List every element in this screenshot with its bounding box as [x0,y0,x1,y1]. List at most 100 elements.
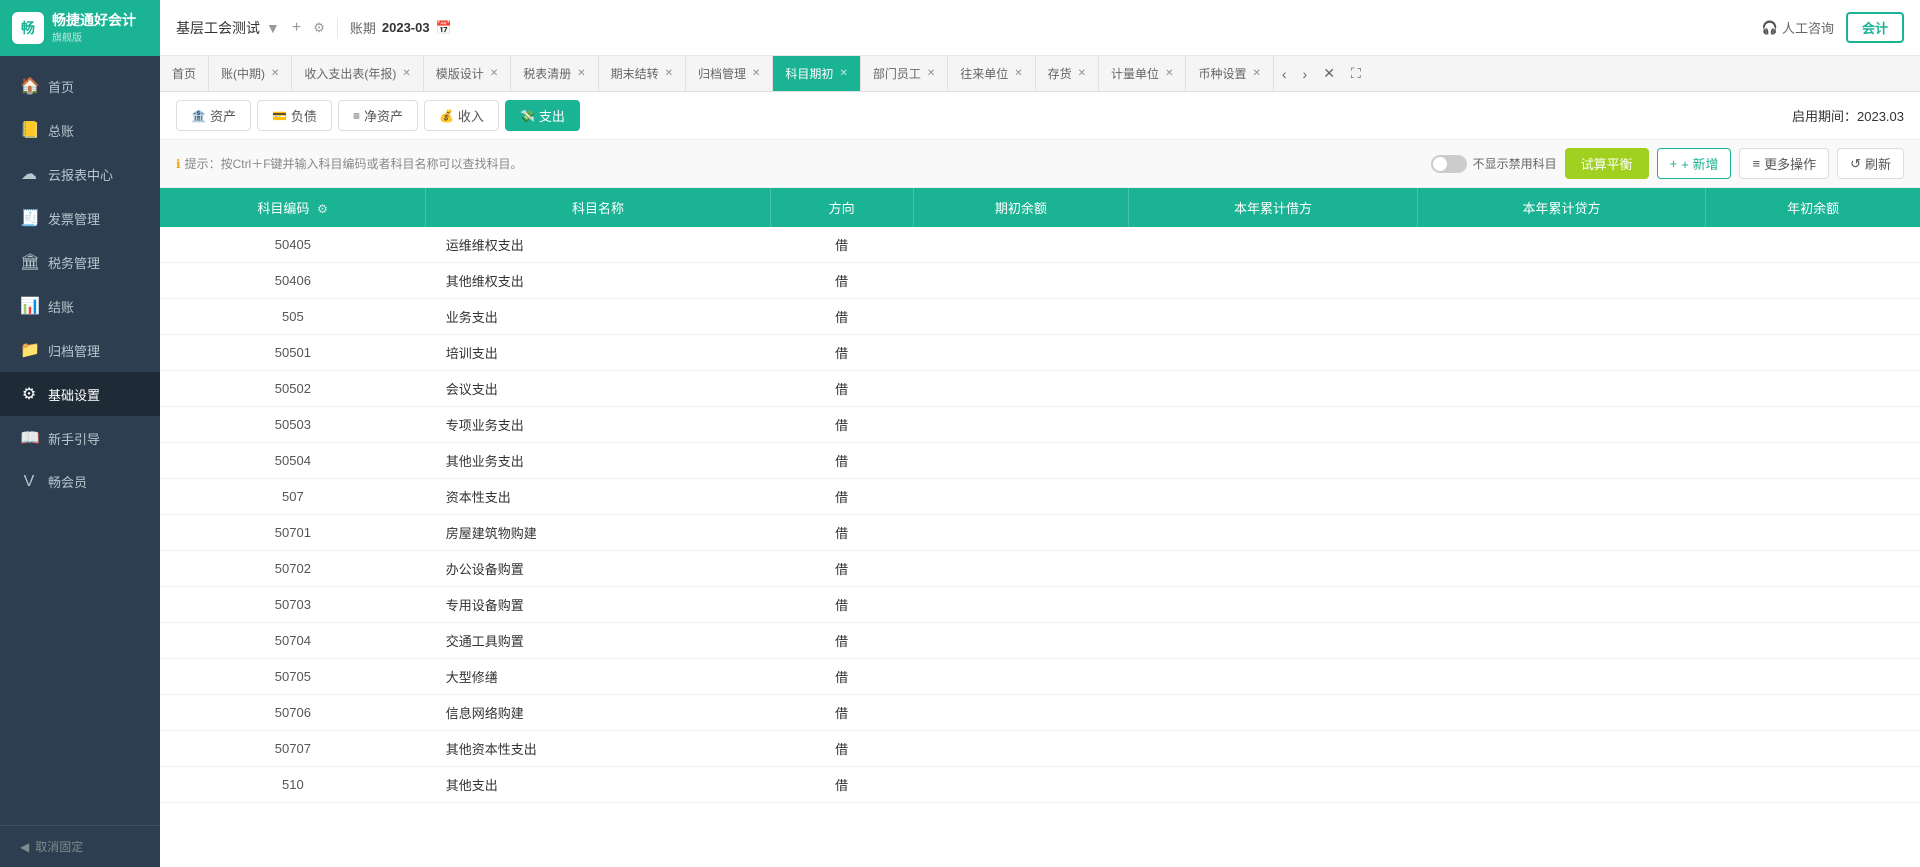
toggle-switch[interactable] [1431,155,1467,173]
sidebar-item-vip[interactable]: V 畅会员 [0,460,160,503]
table-row[interactable]: 50503 专项业务支出 借 [160,407,1920,443]
table-row[interactable]: 50705 大型修缮 借 [160,659,1920,695]
add-button[interactable]: + + 新增 [1657,148,1732,179]
liability-icon: 💳 [272,109,287,123]
tab-close-icon[interactable]: ✕ [927,68,935,79]
cell-code: 50504 [160,443,426,479]
table-row[interactable]: 50501 培训支出 借 [160,335,1920,371]
tab-close-icon[interactable]: ✕ [1078,68,1086,79]
sidebar-item-guide[interactable]: 📖 新手引导 [0,416,160,460]
cell-code: 510 [160,767,426,803]
refresh-button[interactable]: ↺ 刷新 [1837,148,1904,179]
subtab-income[interactable]: 💰 收入 [424,100,499,131]
tab-home-label: 首页 [172,65,196,82]
tab-unit[interactable]: 计量单位 ✕ [1099,56,1186,92]
sidebar-item-invoice-label: 发票管理 [48,209,100,228]
tab-closing[interactable]: 期末结转 ✕ [599,56,686,92]
cell-code: 507 [160,479,426,515]
tab-template[interactable]: 模版设计 ✕ [424,56,511,92]
toggle-disabled-subjects[interactable]: 不显示禁用科目 [1431,155,1557,173]
sidebar-item-archive[interactable]: 📁 归档管理 [0,328,160,372]
subtab-equity[interactable]: ≡ 净资产 [338,100,418,131]
table-row[interactable]: 50406 其他维权支出 借 [160,263,1920,299]
tab-expand-button[interactable]: ⛶ [1343,56,1369,92]
company-selector[interactable]: 基层工会测试 ▼ [176,18,280,38]
cell-code: 50502 [160,371,426,407]
table-row[interactable]: 505 业务支出 借 [160,299,1920,335]
tab-close-icon[interactable]: ✕ [665,68,673,79]
tab-close-icon[interactable]: ✕ [1252,68,1260,79]
tab-close-icon[interactable]: ✕ [752,68,760,79]
tab-home[interactable]: 首页 [160,56,209,92]
tab-archive[interactable]: 归档管理 ✕ [686,56,773,92]
sidebar-item-closing[interactable]: 📊 结账 [0,284,160,328]
tab-close-all-button[interactable]: ✕ [1315,56,1343,92]
sidebar-item-settings[interactable]: ⚙ 基础设置 [0,372,160,416]
tab-close-icon[interactable]: ✕ [577,68,585,79]
subtab-asset[interactable]: 🏦 资产 [176,100,251,131]
table-row[interactable]: 507 资本性支出 借 [160,479,1920,515]
tab-period[interactable]: 账(中期) ✕ [209,56,292,92]
vip-icon: V [20,473,38,491]
sidebar-footer-unpin[interactable]: ◀ 取消固定 [0,825,160,867]
table-row[interactable]: 50504 其他业务支出 借 [160,443,1920,479]
sidebar-item-invoice[interactable]: 🧾 发票管理 [0,196,160,240]
sidebar-item-guide-label: 新手引导 [48,429,100,448]
tab-report[interactable]: 收入支出表(年报) ✕ [292,56,423,92]
table-row[interactable]: 510 其他支出 借 [160,767,1920,803]
tab-close-icon[interactable]: ✕ [490,68,498,79]
sidebar-item-ledger[interactable]: 📒 总账 [0,108,160,152]
tab-close-icon[interactable]: ✕ [839,68,847,79]
cell-code: 50501 [160,335,426,371]
table-row[interactable]: 50704 交通工具购置 借 [160,623,1920,659]
table-row[interactable]: 50405 运维维权支出 借 [160,227,1920,263]
subtab-expense[interactable]: 💸 支出 [505,100,580,131]
sidebar-item-home[interactable]: 🏠 首页 [0,64,160,108]
sidebar-nav: 🏠 首页 📒 总账 ☁ 云报表中心 🧾 发票管理 🏛 税务管理 📊 结账 📁 归… [0,56,160,825]
account-button[interactable]: 会计 [1846,12,1904,43]
tab-close-icon[interactable]: ✕ [402,68,410,79]
tab-customer[interactable]: 往来单位 ✕ [948,56,1035,92]
add-company-icon[interactable]: + [292,19,301,37]
table-row[interactable]: 50706 信息网络购建 借 [160,695,1920,731]
balance-button[interactable]: 试算平衡 [1565,148,1649,179]
calendar-icon[interactable]: 📅 [436,20,452,36]
table-body: 50405 运维维权支出 借 50406 其他维权支出 借 505 业务支出 借… [160,227,1920,803]
tab-customer-label: 往来单位 [960,65,1008,82]
app-logo-icon: 畅 [12,12,44,44]
tab-subject-init[interactable]: 科目期初 ✕ [773,56,860,92]
cell-direction: 借 [770,551,913,587]
sidebar-item-tax[interactable]: 🏛 税务管理 [0,240,160,284]
table-row[interactable]: 50502 会议支出 借 [160,371,1920,407]
tab-prev-button[interactable]: ‹ [1274,56,1295,92]
tab-currency[interactable]: 币种设置 ✕ [1186,56,1273,92]
tab-close-icon[interactable]: ✕ [1014,68,1022,79]
table-row[interactable]: 50703 专用设备购置 借 [160,587,1920,623]
sidebar-item-settings-label: 基础设置 [48,385,100,404]
cell-ytd-credit [1417,767,1705,803]
cell-init-balance [913,767,1129,803]
sidebar-item-ledger-label: 总账 [48,121,74,140]
table-row[interactable]: 50707 其他资本性支出 借 [160,731,1920,767]
topbar: 基层工会测试 ▼ + ⚙ 账期 2023-03 📅 🎧 人工咨询 会计 [160,0,1920,56]
tab-next-button[interactable]: › [1295,56,1316,92]
col-settings-icon[interactable]: ⚙ [317,202,328,216]
tab-close-icon[interactable]: ✕ [1165,68,1173,79]
tab-dept[interactable]: 部门员工 ✕ [861,56,948,92]
cell-direction: 借 [770,731,913,767]
sidebar-item-tax-label: 税务管理 [48,253,100,272]
tab-tax[interactable]: 税表清册 ✕ [511,56,598,92]
table-row[interactable]: 50701 房屋建筑物购建 借 [160,515,1920,551]
table-row[interactable]: 50702 办公设备购置 借 [160,551,1920,587]
cell-ytd-debit [1129,479,1417,515]
cell-ytd-debit [1129,263,1417,299]
service-button[interactable]: 🎧 人工咨询 [1762,18,1834,37]
cell-init-balance [913,479,1129,515]
settings-gear-icon[interactable]: ⚙ [313,20,325,36]
tab-inventory[interactable]: 存货 ✕ [1036,56,1099,92]
cell-ytd-debit [1129,371,1417,407]
more-button[interactable]: ≡ 更多操作 [1739,148,1829,179]
sidebar-item-cloud[interactable]: ☁ 云报表中心 [0,152,160,196]
subtab-liability[interactable]: 💳 负债 [257,100,332,131]
tab-close-icon[interactable]: ✕ [271,68,279,79]
